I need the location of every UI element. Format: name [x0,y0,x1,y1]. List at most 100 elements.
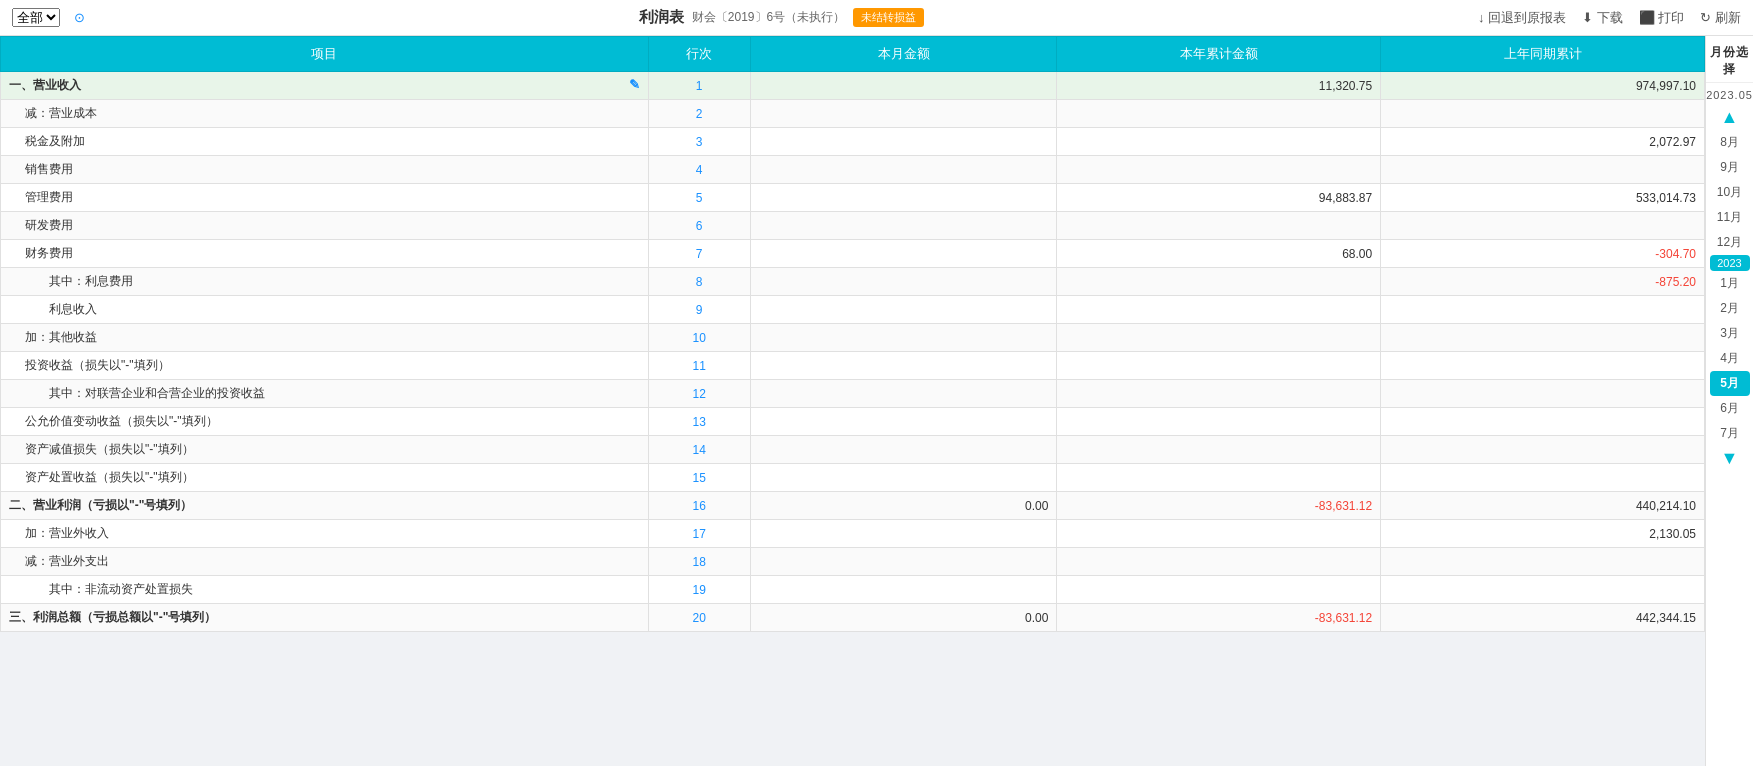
edit-icon[interactable]: ✎ [629,77,640,92]
ytd-amount-cell: 94,883.87 [1057,184,1381,212]
col-ytd: 本年累计金额 [1057,37,1381,72]
item-cell: 利息收入 [1,296,649,324]
month-amount-cell [750,464,1057,492]
table-row: 资产处置收益（损失以"-"填列）15 [1,464,1705,492]
help-icon[interactable]: ⊙ [74,10,85,25]
table-row: 投资收益（损失以"-"填列）11 [1,352,1705,380]
month-amount-cell [750,212,1057,240]
row-num-cell: 4 [648,156,750,184]
row-num-cell: 18 [648,548,750,576]
item-cell: 加：其他收益 [1,324,649,352]
item-cell: 公允价值变动收益（损失以"-"填列） [1,408,649,436]
table-row: 减：营业成本2 [1,100,1705,128]
month-item[interactable]: 9月 [1710,155,1750,180]
prev-amount-cell [1381,464,1705,492]
table-row: 减：营业外支出18 [1,548,1705,576]
ytd-amount-cell [1057,576,1381,604]
month-item[interactable]: 1月 [1710,271,1750,296]
ytd-amount-cell: -83,631.12 [1057,604,1381,632]
month-item[interactable]: 3月 [1710,321,1750,346]
month-amount-cell [750,436,1057,464]
col-month: 本月金额 [750,37,1057,72]
ytd-amount-cell [1057,100,1381,128]
month-amount-cell [750,268,1057,296]
prev-amount-cell: 2,072.97 [1381,128,1705,156]
row-num-cell: 2 [648,100,750,128]
table-row: 税金及附加32,072.97 [1,128,1705,156]
month-amount-cell [750,100,1057,128]
row-num-cell: 11 [648,352,750,380]
ytd-amount-cell [1057,352,1381,380]
row-num-cell: 15 [648,464,750,492]
month-amount-cell [750,156,1057,184]
page-subtitle: 财会〔2019〕6号（未执行） [692,9,845,26]
table-row: 资产减值损失（损失以"-"填列）14 [1,436,1705,464]
item-cell: 管理费用 [1,184,649,212]
table-row: 加：营业外收入172,130.05 [1,520,1705,548]
row-num-cell: 20 [648,604,750,632]
prev-amount-cell: -875.20 [1381,268,1705,296]
item-cell: 财务费用 [1,240,649,268]
table-header-row: 项目 行次 本月金额 本年累计金额 上年同期累计 [1,37,1705,72]
table-row: 财务费用768.00-304.70 [1,240,1705,268]
back-button[interactable]: ↓ 回退到原报表 [1478,9,1566,27]
table-row: 其中：利息费用8-875.20 [1,268,1705,296]
row-num-cell: 16 [648,492,750,520]
prev-amount-cell [1381,548,1705,576]
item-cell: 研发费用 [1,212,649,240]
print-button[interactable]: ⬛ 打印 [1639,9,1685,27]
prev-amount-cell: 533,014.73 [1381,184,1705,212]
sidebar-year: 2023.05 [1705,85,1753,105]
month-amount-cell [750,408,1057,436]
month-item[interactable]: 12月 [1710,230,1750,255]
row-num-cell: 5 [648,184,750,212]
top-bar: 全部 ⊙ 利润表 财会〔2019〕6号（未执行） 未结转损益 ↓ 回退到原报表 … [0,0,1753,36]
month-item[interactable]: 10月 [1710,180,1750,205]
scroll-down-arrow[interactable]: ▼ [1721,446,1739,471]
prev-amount-cell [1381,352,1705,380]
table-row: 加：其他收益10 [1,324,1705,352]
prev-amount-cell: 2,130.05 [1381,520,1705,548]
ytd-amount-cell: 68.00 [1057,240,1381,268]
status-badge: 未结转损益 [853,8,924,27]
month-item[interactable]: 6月 [1710,396,1750,421]
table-row: 一、营业收入✎111,320.75974,997.10 [1,72,1705,100]
prev-amount-cell: 442,344.15 [1381,604,1705,632]
top-bar-center: 利润表 财会〔2019〕6号（未执行） 未结转损益 [639,8,924,27]
prev-amount-cell [1381,436,1705,464]
ytd-amount-cell [1057,268,1381,296]
ytd-amount-cell [1057,520,1381,548]
prev-amount-cell [1381,408,1705,436]
item-cell: 资产处置收益（损失以"-"填列） [1,464,649,492]
table-row: 研发费用6 [1,212,1705,240]
row-num-cell: 6 [648,212,750,240]
month-amount-cell [750,380,1057,408]
table-row: 二、营业利润（亏损以"-"号填列）160.00-83,631.12440,214… [1,492,1705,520]
month-item[interactable]: 8月 [1710,130,1750,155]
item-cell: 减：营业外支出 [1,548,649,576]
table-row: 其中：非流动资产处置损失19 [1,576,1705,604]
month-item[interactable]: 7月 [1710,421,1750,446]
row-num-cell: 12 [648,380,750,408]
month-item[interactable]: 4月 [1710,346,1750,371]
month-amount-cell [750,128,1057,156]
row-num-cell: 13 [648,408,750,436]
month-amount-cell [750,184,1057,212]
ytd-amount-cell: 11,320.75 [1057,72,1381,100]
scroll-up-arrow[interactable]: ▲ [1721,105,1739,130]
ytd-amount-cell [1057,380,1381,408]
table-row: 管理费用5 94,883.87533,014.73 [1,184,1705,212]
refresh-button[interactable]: ↻ 刷新 [1700,9,1741,27]
item-cell: 资产减值损失（损失以"-"填列） [1,436,649,464]
month-item[interactable]: 11月 [1710,205,1750,230]
col-row: 行次 [648,37,750,72]
ytd-amount-cell: -83,631.12 [1057,492,1381,520]
month-item[interactable]: 5月 [1710,371,1750,396]
download-button[interactable]: ⬇ 下载 [1582,9,1623,27]
month-item[interactable]: 2月 [1710,296,1750,321]
item-cell: 二、营业利润（亏损以"-"号填列） [1,492,649,520]
main-container: 项目 行次 本月金额 本年累计金额 上年同期累计 一、营业收入✎111,320.… [0,36,1753,766]
row-num-cell: 8 [648,268,750,296]
scope-select[interactable]: 全部 [12,8,60,27]
row-num-cell: 9 [648,296,750,324]
